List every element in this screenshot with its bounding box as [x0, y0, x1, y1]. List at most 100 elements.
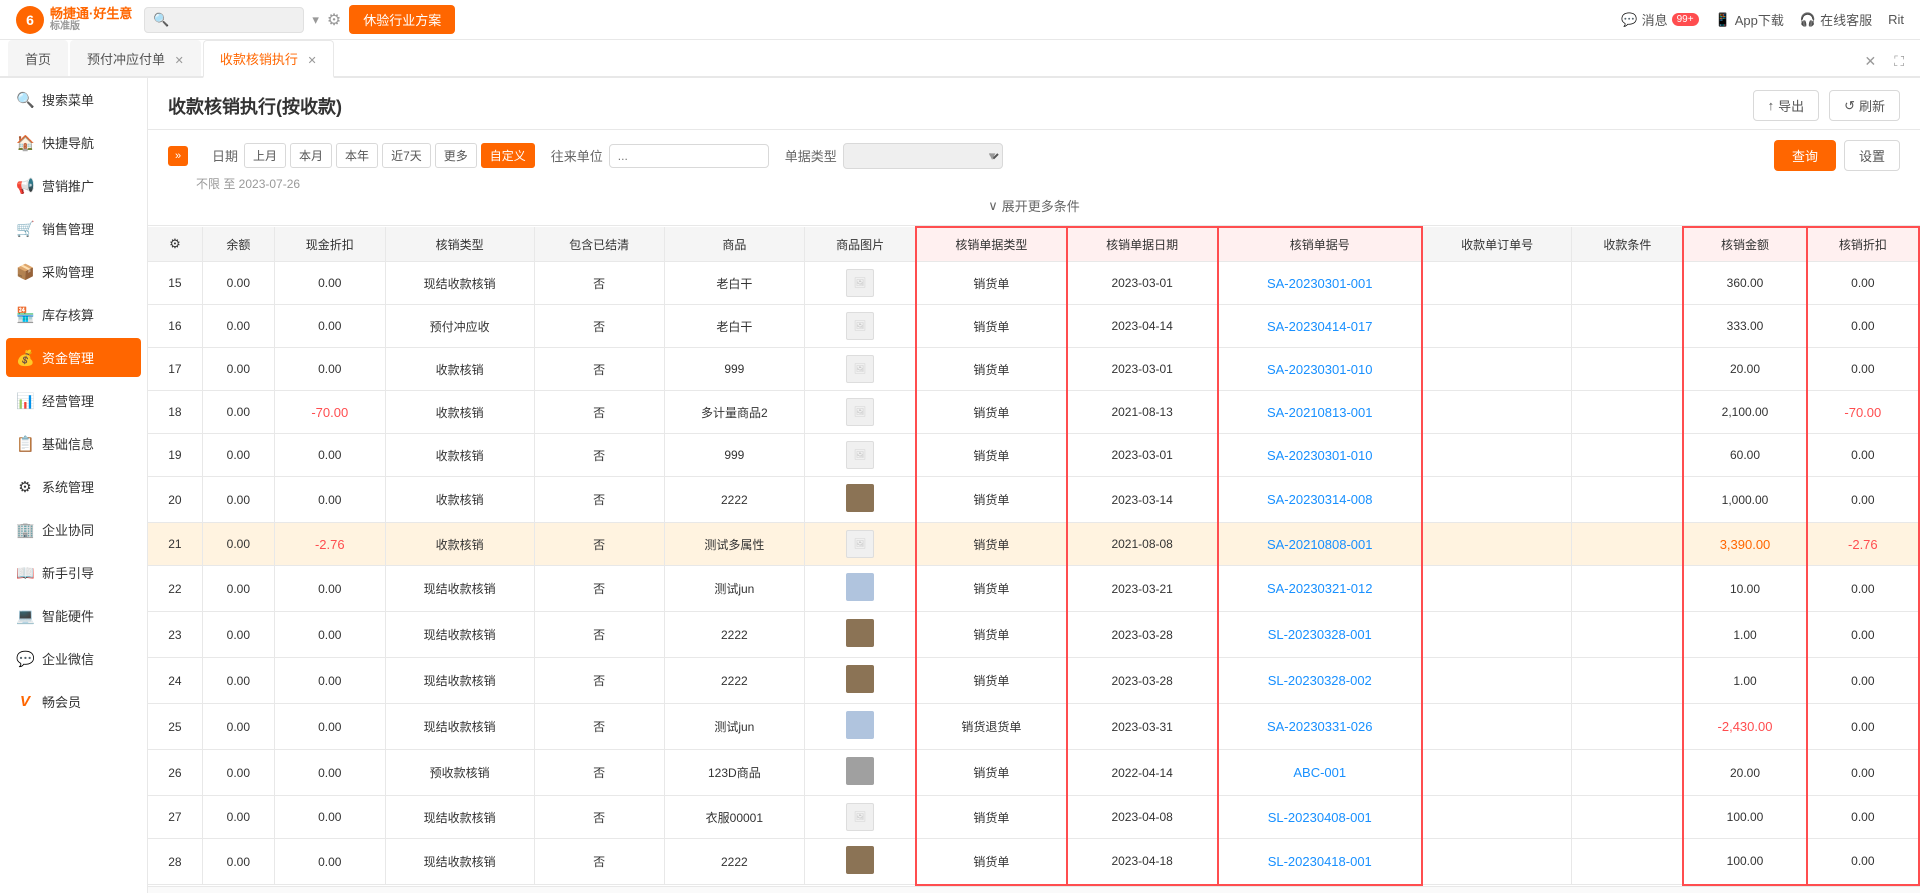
tab-home[interactable]: 首页	[8, 40, 68, 76]
cell-verify-bill-type: 销货单	[916, 262, 1067, 305]
settings-btn[interactable]: 设置	[1844, 140, 1900, 171]
tab-verify-close[interactable]: ✕	[308, 55, 317, 67]
cell-receipt-order-no	[1422, 566, 1572, 612]
user-name[interactable]: Rit	[1888, 12, 1904, 27]
table-row: 27 0.00 0.00 现结收款核销 否 衣服00001 🖼 销货单 2023…	[148, 796, 1919, 839]
verify-bill-link[interactable]: SL-20230418-001	[1268, 854, 1372, 869]
tab-verify[interactable]: 收款核销执行 ✕	[203, 40, 334, 78]
cell-product: 老白干	[664, 262, 805, 305]
cell-verify-bill-type: 销货单	[916, 434, 1067, 477]
cell-receipt-condition	[1572, 523, 1683, 566]
cell-verify-type: 收款核销	[385, 523, 534, 566]
tab-prepay-close[interactable]: ✕	[175, 55, 184, 67]
verify-bill-link[interactable]: SA-20230314-008	[1267, 492, 1373, 507]
verify-bill-link[interactable]: SL-20230328-002	[1268, 673, 1372, 688]
cell-verify-type: 现结收款核销	[385, 612, 534, 658]
verify-bill-link[interactable]: SA-20230321-012	[1267, 581, 1373, 596]
date-btn-this-month[interactable]: 本月	[290, 143, 332, 168]
cell-id: 24	[148, 658, 202, 704]
cell-cash-discount: -70.00	[274, 391, 385, 434]
purchase-icon: 📦	[16, 263, 34, 281]
verify-bill-link[interactable]: SA-20210808-001	[1267, 537, 1373, 552]
settings-icon[interactable]: ⚙	[327, 10, 341, 30]
date-btn-7days[interactable]: 近7天	[382, 143, 431, 168]
close-window-btn[interactable]: ✕	[1854, 47, 1886, 76]
sidebar-item-sales[interactable]: 🛒 销售管理	[0, 207, 147, 250]
sidebar-item-sys[interactable]: ⚙ 系统管理	[0, 465, 147, 508]
cell-balance: 0.00	[202, 348, 274, 391]
expand-window-btn[interactable]: ⛶	[1886, 47, 1912, 76]
sidebar-item-corp-collab[interactable]: 🏢 企业协同	[0, 508, 147, 551]
cell-product-img: 🖼	[805, 796, 916, 839]
sidebar-item-purchase[interactable]: 📦 采购管理	[0, 250, 147, 293]
voucher-type-select[interactable]	[843, 143, 1003, 169]
date-btn-more[interactable]: 更多	[435, 143, 477, 168]
th-settings[interactable]: ⚙	[148, 227, 202, 262]
sidebar-item-ops[interactable]: 📊 经营管理	[0, 379, 147, 422]
sidebar-item-smart-hw[interactable]: 💻 智能硬件	[0, 594, 147, 637]
verify-bill-link[interactable]: SA-20230414-017	[1267, 319, 1373, 334]
verify-bill-link[interactable]: SL-20230408-001	[1268, 810, 1372, 825]
corp-collab-icon: 🏢	[16, 521, 34, 539]
cell-verify-amount: 10.00	[1683, 566, 1806, 612]
app-download-btn[interactable]: 📱 App下载	[1715, 10, 1784, 29]
top-search-box[interactable]: 🔍	[144, 7, 304, 33]
verify-bill-link[interactable]: SL-20230328-001	[1268, 627, 1372, 642]
sidebar-item-guide[interactable]: 📖 新手引导	[0, 551, 147, 594]
dropdown-icon[interactable]: ▾	[312, 12, 319, 28]
cell-receipt-order-no	[1422, 348, 1572, 391]
verify-bill-link[interactable]: SA-20230301-010	[1267, 448, 1373, 463]
expand-more-icon: ∨	[988, 198, 998, 214]
filter-collapse-btn[interactable]: »	[168, 146, 188, 166]
verify-bill-link[interactable]: SA-20230301-001	[1267, 276, 1373, 291]
sidebar-item-basic[interactable]: 📋 基础信息	[0, 422, 147, 465]
export-icon: ↑	[1768, 98, 1775, 113]
message-btn[interactable]: 💬 消息 99+	[1621, 10, 1698, 29]
from-unit-label: 往来单位	[551, 146, 603, 165]
verify-bill-link[interactable]: ABC-001	[1293, 765, 1346, 780]
table-row: 19 0.00 0.00 收款核销 否 999 🖼 销货单 2023-03-01…	[148, 434, 1919, 477]
cell-include-settled: 否	[534, 839, 664, 885]
sidebar-item-marketing[interactable]: 📢 营销推广	[0, 164, 147, 207]
sidebar-item-quick-nav[interactable]: 🏠 快捷导航	[0, 121, 147, 164]
cell-product-img: 🖼	[805, 348, 916, 391]
cell-verify-amount: 100.00	[1683, 796, 1806, 839]
query-btn[interactable]: 查询	[1774, 140, 1836, 171]
cell-verify-amount: 1.00	[1683, 612, 1806, 658]
online-service-btn[interactable]: 🎧 在线客服	[1800, 10, 1872, 29]
expand-more-btn[interactable]: ∨ 展开更多条件	[168, 196, 1900, 215]
cell-receipt-condition	[1572, 658, 1683, 704]
sidebar-item-inventory[interactable]: 🏪 库存核算	[0, 293, 147, 336]
tab-prepay[interactable]: 预付冲应付单 ✕	[70, 40, 201, 76]
filter-row-date: 不限 至 2023-07-26	[168, 175, 1900, 192]
sidebar-item-fund[interactable]: 💰 资金管理	[6, 338, 141, 377]
th-verify-bill-date: 核销单据日期	[1067, 227, 1218, 262]
export-btn[interactable]: ↑ 导出	[1753, 90, 1820, 121]
date-btn-this-year[interactable]: 本年	[336, 143, 378, 168]
cell-verify-bill-date: 2021-08-08	[1067, 523, 1218, 566]
filter-row-main: » 日期 上月 本月 本年 近7天 更多 自定义 往来单位	[168, 140, 1900, 171]
cell-product: 2222	[664, 658, 805, 704]
cell-verify-bill-type: 销货单	[916, 796, 1067, 839]
trial-btn[interactable]: 休验行业方案	[349, 5, 455, 34]
cell-cash-discount: 0.00	[274, 750, 385, 796]
verify-bill-link[interactable]: SA-20230331-026	[1267, 719, 1373, 734]
sidebar-item-search-menu[interactable]: 🔍 搜索菜单	[0, 78, 147, 121]
from-unit-input[interactable]	[609, 144, 769, 168]
verify-bill-link[interactable]: SA-20230301-010	[1267, 362, 1373, 377]
cell-verify-discount: 0.00	[1807, 750, 1919, 796]
table-row: 21 0.00 -2.76 收款核销 否 测试多属性 🖼 销货单 2021-08…	[148, 523, 1919, 566]
refresh-btn[interactable]: ↺ 刷新	[1829, 90, 1900, 121]
cell-cash-discount: 0.00	[274, 305, 385, 348]
cell-verify-discount: -2.76	[1807, 523, 1919, 566]
cell-product-img: 🖼	[805, 434, 916, 477]
headphone-icon: 🎧	[1800, 12, 1816, 28]
verify-bill-link[interactable]: SA-20210813-001	[1267, 405, 1373, 420]
sidebar-item-corp-wechat[interactable]: 💬 企业微信	[0, 637, 147, 680]
table-row: 20 0.00 0.00 收款核销 否 2222 销货单 2023-03-14 …	[148, 477, 1919, 523]
sidebar-item-member[interactable]: V 畅会员	[0, 680, 147, 723]
sidebar-item-corp-collab-label: 企业协同	[42, 520, 94, 539]
date-btn-last-month[interactable]: 上月	[244, 143, 286, 168]
sidebar-item-member-label: 畅会员	[42, 692, 81, 711]
date-btn-custom[interactable]: 自定义	[481, 143, 535, 168]
